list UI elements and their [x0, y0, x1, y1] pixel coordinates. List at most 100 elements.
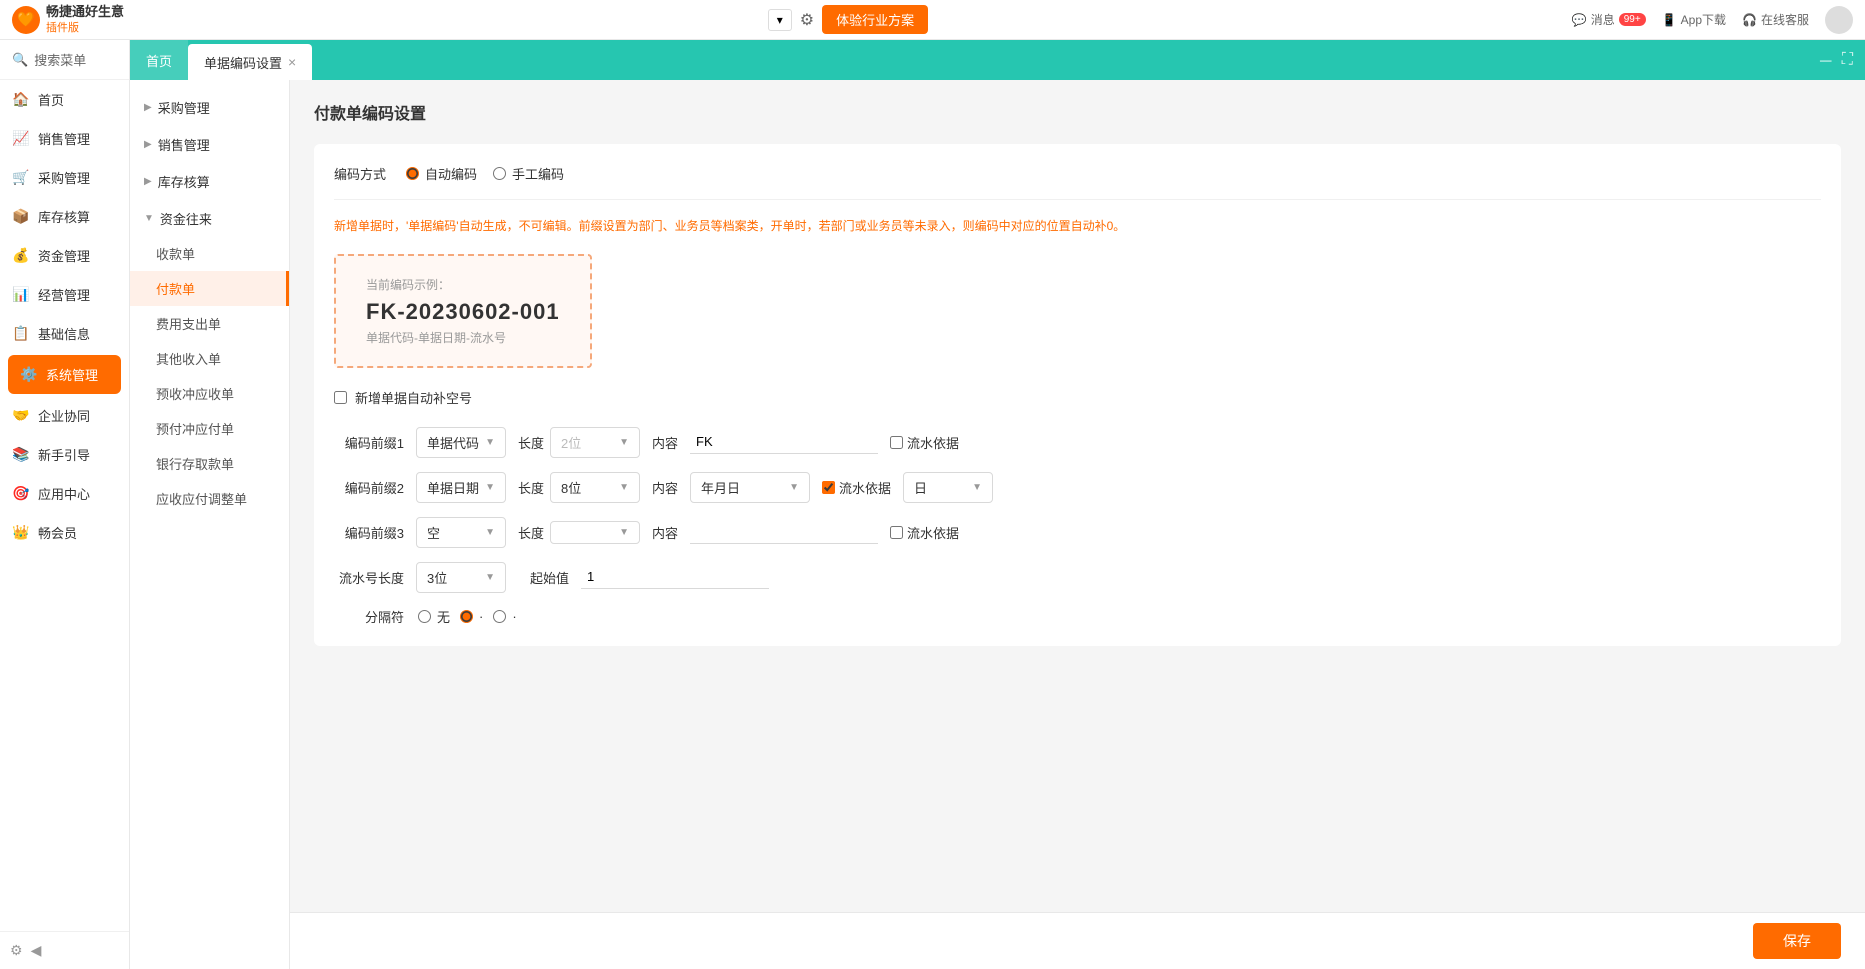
settings-button[interactable]: ⚙ — [800, 10, 814, 30]
sec-item-bank-deposit[interactable]: 银行存取款单 — [130, 446, 289, 481]
prefix1-length-select[interactable]: 2位 ▼ — [550, 427, 640, 458]
prefix2-serial-checkbox[interactable] — [822, 481, 835, 494]
sec-item-prepay-receivable[interactable]: 预收冲应收单 — [130, 376, 289, 411]
sidebar-collapse-button[interactable]: ◀ — [31, 942, 42, 959]
sep-dot-label[interactable]: · — [460, 609, 483, 624]
sidebar-item-finance[interactable]: 💰 资金管理 — [0, 236, 129, 275]
sec-group-inventory-label: 库存核算 — [158, 172, 210, 191]
preview-box: 当前编码示例： FK-20230602-001 单据代码-单据日期-流水号 — [334, 254, 592, 368]
sec-item-receivable-adjust[interactable]: 应收应付调整单 — [130, 481, 289, 516]
sec-item-prepay-receivable-label: 预收冲应收单 — [156, 387, 234, 402]
enterprise-icon: 🤝 — [12, 407, 30, 425]
tab-code-settings[interactable]: 单据编码设置 × — [188, 44, 312, 80]
sec-item-expense[interactable]: 费用支出单 — [130, 306, 289, 341]
prefix1-select-arrow: ▼ — [485, 437, 495, 448]
prefix3-row: 编码前缀3 空 ▼ 长度 ▼ — [334, 517, 1821, 548]
sec-item-expense-label: 费用支出单 — [156, 317, 221, 332]
prefix1-type-select[interactable]: 单据代码 ▼ — [416, 427, 506, 458]
sidebar-item-system[interactable]: ⚙️ 系统管理 — [8, 355, 121, 394]
arrow-purchase-icon: ▶ — [144, 102, 152, 113]
prefix3-type-select[interactable]: 空 ▼ — [416, 517, 506, 548]
prefix2-serial-period-select[interactable]: 日 ▼ — [903, 472, 993, 503]
prefix2-type-value: 单据日期 — [427, 478, 479, 497]
sec-item-receipt[interactable]: 收款单 — [130, 236, 289, 271]
manual-code-radio[interactable] — [493, 167, 506, 180]
sec-item-receipt-label: 收款单 — [156, 247, 195, 262]
sidebar-item-vip[interactable]: 👑 畅会员 — [0, 513, 129, 552]
sep-none-label[interactable]: 无 — [418, 607, 450, 626]
sidebar-item-guide[interactable]: 📚 新手引导 — [0, 435, 129, 474]
prefix2-label: 编码前缀2 — [334, 478, 404, 497]
tab-maximize-icon[interactable]: ⛶ — [1842, 51, 1853, 69]
manual-code-radio-label[interactable]: 手工编码 — [493, 164, 564, 183]
prefix1-serial-checkbox[interactable] — [890, 436, 903, 449]
prefix3-content-label: 内容 — [652, 523, 678, 542]
prefix3-length-select[interactable]: ▼ — [550, 521, 640, 544]
prefix2-length-arrow: ▼ — [619, 482, 629, 493]
sec-item-prepay-payable[interactable]: 预付冲应付单 — [130, 411, 289, 446]
sep-dot-radio[interactable] — [460, 610, 473, 623]
message-item[interactable]: 💬 消息 99+ — [1572, 11, 1646, 28]
brand-main: 畅捷通好生意 — [46, 4, 124, 21]
prefix2-content-select[interactable]: 年月日 ▼ — [690, 472, 810, 503]
auto-fill-label: 新增单据自动补空号 — [355, 388, 472, 407]
sep-dash-label[interactable]: · — [493, 609, 516, 624]
message-icon: 💬 — [1572, 13, 1587, 27]
user-avatar[interactable] — [1825, 6, 1853, 34]
prefix3-serial-checkbox[interactable] — [890, 526, 903, 539]
prefix2-serial-period-value: 日 — [914, 478, 927, 497]
sep-dash-radio[interactable] — [493, 610, 506, 623]
sidebar-item-basic[interactable]: 📋 基础信息 — [0, 314, 129, 353]
tab-minimize-icon[interactable]: － — [1818, 48, 1834, 72]
app-download-icon: 📱 — [1662, 13, 1677, 27]
tab-close-icon[interactable]: × — [288, 54, 296, 70]
sidebar-item-enterprise[interactable]: 🤝 企业协同 — [0, 396, 129, 435]
search-menu[interactable]: 🔍 搜索菜单 — [0, 40, 129, 80]
auto-code-radio[interactable] — [406, 167, 419, 180]
sidebar-item-home[interactable]: 🏠 首页 — [0, 80, 129, 119]
left-sidebar: 🔍 搜索菜单 🏠 首页 📈 销售管理 🛒 采购管理 📦 库存核算 💰 资金管理 … — [0, 40, 130, 969]
sep-none-radio[interactable] — [418, 610, 431, 623]
prefix2-content-arrow: ▼ — [789, 482, 799, 493]
prefix2-type-select[interactable]: 单据日期 ▼ — [416, 472, 506, 503]
save-button[interactable]: 保存 — [1753, 923, 1841, 959]
sidebar-item-app[interactable]: 🎯 应用中心 — [0, 474, 129, 513]
auto-fill-checkbox[interactable] — [334, 391, 347, 404]
sidebar-item-inventory[interactable]: 📦 库存核算 — [0, 197, 129, 236]
prefix1-content-input[interactable] — [690, 430, 878, 454]
tab-home-label: 首页 — [146, 51, 172, 70]
main-page-wrapper: 付款单编码设置 编码方式 自动编码 — [290, 80, 1865, 969]
sidebar-item-purchase[interactable]: 🛒 采购管理 — [0, 158, 129, 197]
prefix2-length-value: 8位 — [561, 478, 581, 497]
sec-group-purchase-header[interactable]: ▶ 采购管理 — [130, 90, 289, 125]
sidebar-item-sales[interactable]: 📈 销售管理 — [0, 119, 129, 158]
sidebar-settings-button[interactable]: ⚙ — [10, 942, 23, 959]
serial-length-select[interactable]: 3位 ▼ — [416, 562, 506, 593]
sec-group-sales-header[interactable]: ▶ 销售管理 — [130, 127, 289, 162]
sec-group-inventory-header[interactable]: ▶ 库存核算 — [130, 164, 289, 199]
app-download-item[interactable]: 📱 App下载 — [1662, 11, 1726, 28]
trial-button[interactable]: 体验行业方案 — [822, 5, 928, 34]
auto-code-radio-label[interactable]: 自动编码 — [406, 164, 477, 183]
nav-vip-label: 畅会员 — [38, 523, 77, 542]
prefix3-serial-item: 流水依据 — [890, 523, 959, 542]
info-text: 新增单据时，'单据编码'自动生成，不可编辑。前缀设置为部门、业务员等档案类，开单… — [334, 216, 1821, 238]
start-value-input[interactable] — [581, 565, 769, 589]
auto-fill-row: 新增单据自动补空号 — [334, 388, 1821, 407]
sec-item-other-income[interactable]: 其他收入单 — [130, 341, 289, 376]
radio-group: 自动编码 手工编码 — [406, 164, 564, 183]
prefix3-content-input[interactable] — [690, 520, 878, 544]
operation-icon: 📊 — [12, 286, 30, 304]
secondary-sidebar: ▶ 采购管理 ▶ 销售管理 ▶ 库存核算 — [130, 80, 290, 969]
sidebar-item-operation[interactable]: 📊 经营管理 — [0, 275, 129, 314]
online-service-item[interactable]: 🎧 在线客服 — [1742, 11, 1809, 28]
sec-item-payment[interactable]: 付款单 — [130, 271, 289, 306]
tab-bar-right: － ⛶ — [1818, 48, 1865, 72]
tab-home[interactable]: 首页 — [130, 40, 188, 80]
prefix2-length-select[interactable]: 8位 ▼ — [550, 472, 640, 503]
sec-group-inventory: ▶ 库存核算 — [130, 164, 289, 199]
dropdown-button[interactable]: ▾ — [768, 9, 792, 31]
sec-item-prepay-payable-label: 预付冲应付单 — [156, 422, 234, 437]
sec-group-funds-header[interactable]: ▼ 资金往来 — [130, 201, 289, 236]
sec-item-other-income-label: 其他收入单 — [156, 352, 221, 367]
